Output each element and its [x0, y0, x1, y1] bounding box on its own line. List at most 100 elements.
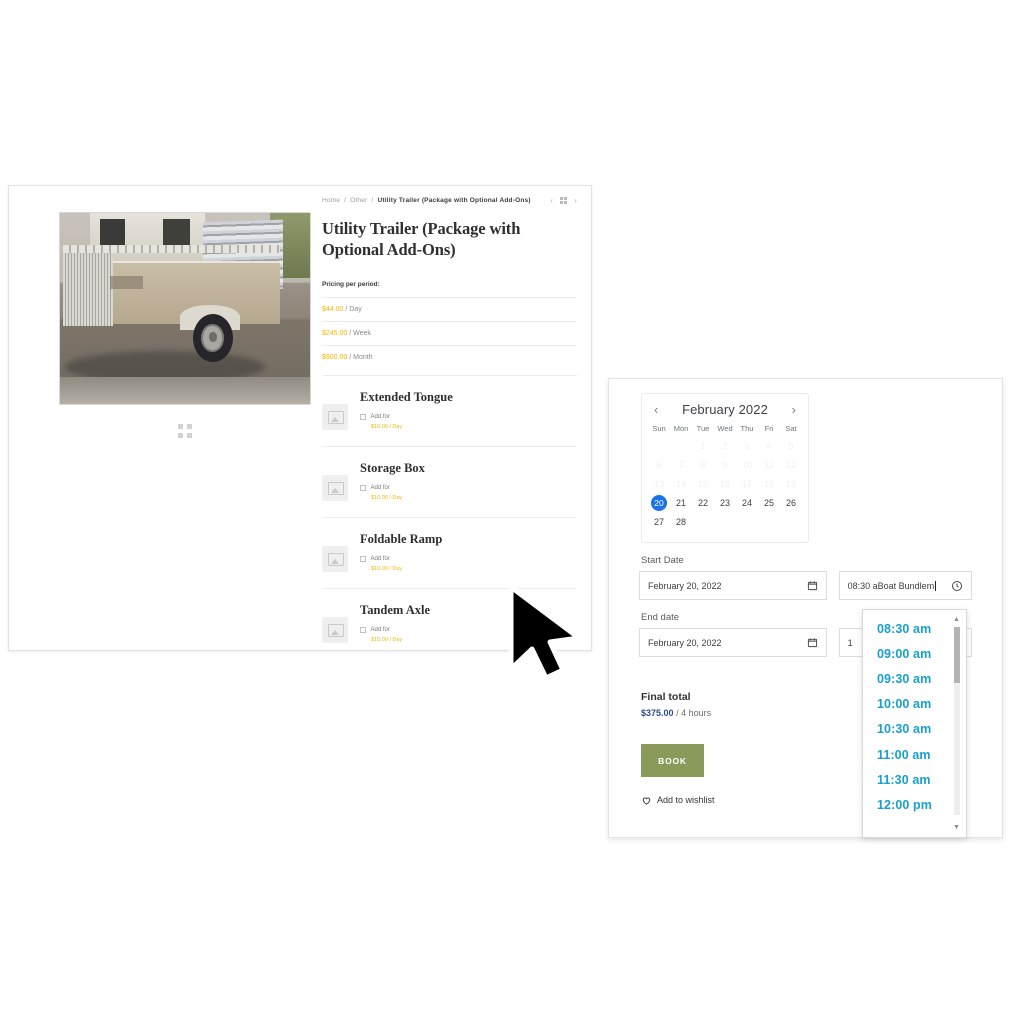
product-details: Home / Other / Utility Trailer (Package …: [314, 186, 591, 650]
calendar-day-disabled: 4: [766, 441, 772, 451]
calendar-day-disabled: 19: [785, 479, 796, 489]
price-row: $900.00 / Month: [322, 344, 577, 369]
prev-product-icon[interactable]: ‹: [550, 196, 553, 205]
wishlist-label: Add to wishlist: [657, 795, 715, 805]
addon-checkbox-row[interactable]: Add for: [360, 485, 425, 491]
calendar-weekday: Fri: [764, 424, 774, 433]
calendar-day-selected[interactable]: 20: [648, 494, 670, 513]
addon-checkbox-row[interactable]: Add for: [360, 414, 453, 420]
start-date-value: February 20, 2022: [648, 580, 722, 591]
price-amount: $44.00: [322, 305, 344, 313]
start-date-input[interactable]: February 20, 2022: [639, 571, 827, 600]
start-time-input[interactable]: 08:30 aBoat Bundlem: [838, 571, 972, 600]
calendar-day-grid[interactable]: 1 2 3 4 5 6 7 8 9 10 11 12 13 14 15 16 17 18 19 20 21 22 23 24 2…: [648, 437, 802, 532]
addon-item: Extended Tongue Add for $10.00 / Day: [322, 374, 577, 446]
dropdown-scrollbar[interactable]: ▲ ▼: [952, 615, 961, 833]
next-product-icon[interactable]: ›: [574, 196, 577, 205]
calendar-day[interactable]: 25: [758, 494, 780, 513]
date-picker-calendar[interactable]: ‹ February 2022 › Sun Mon Tue Wed Thu Fr…: [641, 393, 809, 543]
time-option[interactable]: 09:30 am: [863, 666, 966, 691]
addon-check-label: Add for: [370, 626, 390, 633]
product-gallery: [9, 186, 314, 650]
calendar-blank: [670, 437, 692, 456]
scroll-up-icon[interactable]: ▲: [952, 615, 961, 625]
calendar-day[interactable]: 21: [670, 494, 692, 513]
calendar-day-disabled: 14: [675, 479, 686, 489]
calendar-day[interactable]: 26: [780, 494, 802, 513]
time-option[interactable]: 08:30 am: [863, 616, 966, 641]
addon-check-label: Add for: [370, 484, 390, 491]
calendar-weekday: Sat: [785, 424, 797, 433]
start-time-value: 08:30 aBoat Bundlem: [847, 580, 935, 591]
calendar-day[interactable]: 24: [736, 494, 758, 513]
calendar-icon[interactable]: [807, 580, 818, 591]
calendar-day-disabled: 6: [656, 460, 662, 470]
calendar-day-disabled: 16: [719, 479, 730, 489]
addon-name: Tandem Axle: [360, 602, 431, 617]
calendar-day-disabled: 11: [764, 460, 774, 470]
end-date-input[interactable]: February 20, 2022: [639, 628, 827, 657]
calendar-day[interactable]: 23: [714, 494, 736, 513]
breadcrumb-current: Utility Trailer (Package with Optional A…: [377, 197, 531, 204]
calendar-day[interactable]: 28: [670, 513, 692, 532]
calendar-weekday: Mon: [673, 424, 689, 433]
scrollbar-thumb[interactable]: [953, 627, 960, 683]
addon-check-label: Add for: [370, 413, 390, 420]
price-row: $44.00 / Day: [322, 296, 577, 321]
calendar-day[interactable]: 22: [692, 494, 714, 513]
heart-icon: [641, 795, 651, 805]
pricing-label: Pricing per period:: [322, 280, 380, 288]
final-total-duration: / 4 hours: [676, 708, 712, 718]
calendar-next-month-icon[interactable]: ›: [792, 403, 796, 416]
clock-icon[interactable]: [951, 580, 963, 592]
addon-price: $10.00 / Day: [371, 423, 403, 430]
addon-checkbox[interactable]: [360, 627, 366, 633]
calendar-weekday-row: Sun Mon Tue Wed Thu Fri Sat: [648, 422, 802, 437]
addon-checkbox-row[interactable]: Add for: [360, 556, 442, 562]
calendar-day-disabled: 18: [763, 479, 774, 489]
calendar-day-disabled: 5: [788, 441, 794, 451]
grid-view-icon[interactable]: [560, 197, 568, 204]
time-options-dropdown[interactable]: 08:30 am 09:00 am 09:30 am 10:00 am 10:30 am…: [862, 609, 967, 838]
calendar-day-disabled: 7: [678, 460, 684, 470]
calendar-day-disabled: 12: [785, 460, 796, 470]
calendar-header: ‹ February 2022 ›: [648, 402, 802, 422]
expand-icon[interactable]: [178, 424, 192, 438]
calendar-day-disabled: 10: [741, 460, 752, 470]
addon-item: Storage Box Add for $10.00 / Day: [322, 445, 577, 517]
calendar-day[interactable]: 27: [648, 513, 670, 532]
calendar-prev-month-icon[interactable]: ‹: [654, 403, 658, 416]
time-option[interactable]: 10:00 am: [863, 692, 966, 717]
calendar-weekday: Tue: [696, 424, 710, 433]
time-option[interactable]: 11:00 am: [863, 742, 966, 767]
scroll-down-icon[interactable]: ▼: [952, 823, 961, 833]
calendar-icon[interactable]: [807, 637, 818, 648]
price-period: / Month: [349, 353, 373, 361]
addon-checkbox-row[interactable]: Add for: [360, 627, 430, 633]
page-title: Utility Trailer (Package with Optional A…: [322, 219, 521, 259]
addon-price: $10.00 / Day: [371, 565, 403, 572]
breadcrumb-separator: /: [371, 197, 374, 204]
time-option[interactable]: 12:00 pm: [863, 792, 966, 817]
calendar-month-year: February 2022: [682, 402, 768, 417]
calendar-day-disabled: 8: [700, 460, 706, 470]
time-option[interactable]: 11:30 am: [863, 767, 966, 792]
calendar-weekday: Sun: [652, 424, 666, 433]
final-total-amount: $375.00: [641, 708, 674, 718]
breadcrumb-home[interactable]: Home: [322, 197, 340, 204]
addon-checkbox[interactable]: [360, 556, 366, 562]
image-placeholder-icon: [322, 474, 348, 501]
addon-item: Tandem Axle Add for $15.00 / Day: [322, 587, 577, 659]
addon-item: Foldable Ramp Add for $10.00 / Day: [322, 516, 577, 588]
price-period: / Week: [349, 329, 371, 337]
book-button[interactable]: BOOK: [641, 744, 704, 777]
time-option[interactable]: 10:30 am: [863, 717, 966, 742]
product-image[interactable]: [59, 212, 311, 405]
addon-name: Extended Tongue: [360, 389, 453, 404]
addon-checkbox[interactable]: [360, 414, 366, 420]
addon-price: $15.00 / Day: [371, 636, 403, 643]
time-option[interactable]: 09:00 am: [863, 641, 966, 666]
end-time-value: 1: [847, 637, 853, 648]
addon-checkbox[interactable]: [360, 485, 366, 491]
breadcrumb-category[interactable]: Other: [350, 197, 367, 204]
